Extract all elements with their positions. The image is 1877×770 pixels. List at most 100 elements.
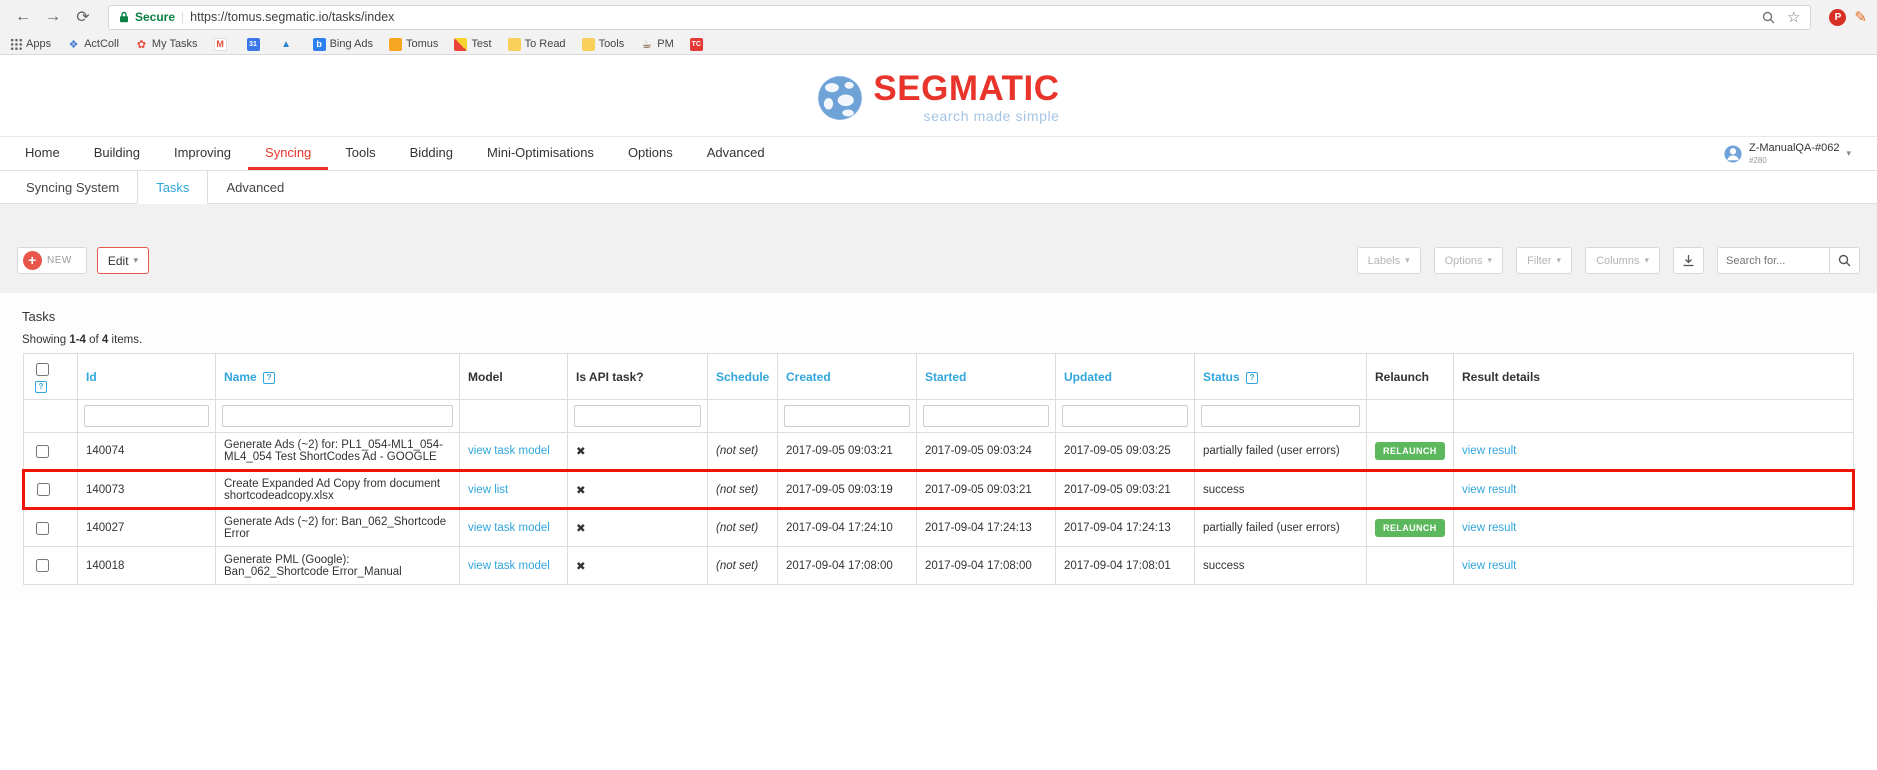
column-header[interactable]: Is API task? ?: [567, 353, 708, 400]
column-header-label[interactable]: Result details: [1462, 370, 1540, 384]
browser-reload-button[interactable]: ⟳: [70, 7, 96, 27]
column-header[interactable]: Id ?: [77, 353, 216, 400]
nav-item[interactable]: Building: [77, 137, 157, 170]
bookmark-item[interactable]: ▲: [280, 38, 297, 51]
bookmark-star-icon[interactable]: ☆: [1787, 8, 1800, 26]
bookmark-item[interactable]: To Read: [507, 37, 566, 51]
subnav-tab[interactable]: Syncing System: [8, 171, 137, 203]
extension-icon-pencil[interactable]: ✎: [1854, 8, 1867, 26]
column-header[interactable]: Relaunch ?: [1366, 353, 1454, 400]
bookmark-item[interactable]: ☕ PM: [640, 38, 674, 51]
column-header[interactable]: Updated ?: [1055, 353, 1195, 400]
bookmark-item[interactable]: ✿ My Tasks: [135, 38, 198, 51]
column-header[interactable]: Model ?: [459, 353, 568, 400]
column-header-label[interactable]: Relaunch: [1375, 370, 1429, 384]
nav-item[interactable]: Home: [8, 137, 77, 170]
row-checkbox[interactable]: [36, 444, 49, 458]
browser-back-button[interactable]: ←: [10, 8, 36, 26]
options-button[interactable]: Options ▾: [1433, 247, 1504, 274]
help-icon[interactable]: ?: [263, 371, 276, 384]
relaunch-button[interactable]: RELAUNCH: [1375, 442, 1445, 460]
nav-item[interactable]: Bidding: [393, 137, 470, 170]
nav-item[interactable]: Tools: [328, 137, 392, 170]
columns-button[interactable]: Columns ▾: [1585, 247, 1660, 274]
column-header[interactable]: Started ?: [916, 353, 1056, 400]
row-checkbox[interactable]: [37, 483, 50, 496]
nav-item[interactable]: Improving: [157, 137, 248, 170]
view-result-link[interactable]: view result: [1462, 560, 1516, 572]
model-link[interactable]: view task model: [468, 445, 550, 457]
column-header-label[interactable]: Schedule: [716, 370, 769, 384]
search-input[interactable]: [1717, 247, 1829, 274]
secure-label: Secure: [135, 10, 176, 24]
view-result-link[interactable]: view result: [1462, 522, 1516, 534]
column-header-label[interactable]: Status: [1203, 370, 1240, 384]
column-header[interactable]: Status ?: [1194, 353, 1367, 400]
extension-icon-p[interactable]: P: [1829, 8, 1847, 26]
help-icon[interactable]: ?: [35, 381, 47, 393]
filter-input[interactable]: [84, 405, 209, 427]
table-row[interactable]: 140073 Create Expanded Ad Copy from docu…: [22, 469, 1855, 510]
new-button[interactable]: + NEW: [17, 247, 87, 274]
bookmark-favicon: [10, 38, 22, 50]
labels-button[interactable]: Labels ▾: [1356, 247, 1421, 274]
bookmark-item[interactable]: Tools: [581, 37, 624, 51]
table-row[interactable]: 140074 Generate Ads (~2) for: PL1_054-ML…: [23, 432, 1854, 471]
row-checkbox[interactable]: [36, 559, 49, 572]
nav-item[interactable]: Syncing: [248, 137, 329, 170]
bookmark-item[interactable]: ❖ ActColl: [67, 38, 119, 51]
column-header-label[interactable]: Updated: [1064, 370, 1112, 384]
column-header-label[interactable]: Name: [224, 370, 257, 384]
address-bar[interactable]: Secure | https://tomus.segmatic.io/tasks…: [108, 4, 1812, 30]
filter-button[interactable]: Filter ▾: [1516, 247, 1573, 274]
help-icon[interactable]: ?: [1246, 371, 1259, 384]
model-link[interactable]: view task model: [468, 522, 550, 534]
column-header[interactable]: Result details ?: [1453, 353, 1854, 400]
nav-item[interactable]: Advanced: [690, 137, 782, 170]
filter-input[interactable]: [1062, 405, 1188, 427]
nav-item[interactable]: Options: [611, 137, 690, 170]
view-result-link[interactable]: view result: [1462, 445, 1516, 457]
column-header-label[interactable]: Model: [468, 370, 503, 384]
edit-button[interactable]: Edit ▾: [96, 247, 150, 274]
user-menu[interactable]: Z-ManualQA-#062 #280 ▾: [1724, 137, 1851, 170]
bookmark-item[interactable]: Tomus: [388, 37, 438, 51]
select-all-cell: ?: [23, 353, 78, 400]
bookmark-item[interactable]: b Bing Ads: [312, 37, 373, 51]
column-header-label[interactable]: Is API task?: [576, 370, 644, 384]
row-checkbox[interactable]: [36, 521, 49, 535]
filter-input[interactable]: [923, 405, 1049, 427]
bookmark-item[interactable]: TC: [689, 37, 707, 51]
column-header-label[interactable]: Started: [925, 370, 966, 384]
view-result-link[interactable]: view result: [1462, 484, 1516, 496]
nav-item[interactable]: Mini-Optimisations: [470, 137, 611, 170]
bookmark-label: PM: [657, 38, 674, 50]
download-button[interactable]: [1673, 247, 1704, 274]
model-link[interactable]: view list: [468, 484, 508, 496]
column-header[interactable]: Created ?: [777, 353, 917, 400]
subnav-tab[interactable]: Tasks: [137, 171, 209, 204]
column-header[interactable]: Schedule ?: [707, 353, 778, 400]
bookmark-item[interactable]: Apps: [10, 38, 51, 50]
filter-input[interactable]: [784, 405, 910, 427]
select-all-checkbox[interactable]: [36, 363, 49, 376]
search-button[interactable]: [1829, 247, 1860, 274]
column-header-label[interactable]: Created: [786, 370, 831, 384]
column-header-label[interactable]: Id: [86, 370, 97, 384]
model-link[interactable]: view task model: [468, 560, 550, 572]
filter-input[interactable]: [574, 405, 701, 427]
bookmark-item[interactable]: 31: [246, 37, 264, 51]
cell-is-api-task: ✖: [567, 469, 708, 510]
relaunch-button[interactable]: RELAUNCH: [1375, 519, 1445, 537]
table-row[interactable]: 140027 Generate Ads (~2) for: Ban_062_Sh…: [23, 508, 1854, 547]
bookmark-item[interactable]: Test: [454, 37, 492, 51]
zoom-icon[interactable]: [1762, 11, 1775, 24]
subnav-tab[interactable]: Advanced: [208, 171, 302, 203]
filter-input[interactable]: [1201, 405, 1360, 427]
browser-forward-button[interactable]: →: [40, 8, 66, 26]
column-header[interactable]: Name ?: [215, 353, 460, 400]
bookmark-item[interactable]: M: [213, 37, 231, 51]
row-select-cell: [23, 546, 78, 585]
table-row[interactable]: 140018 Generate PML (Google): Ban_062_Sh…: [23, 546, 1854, 585]
filter-input[interactable]: [222, 405, 453, 427]
